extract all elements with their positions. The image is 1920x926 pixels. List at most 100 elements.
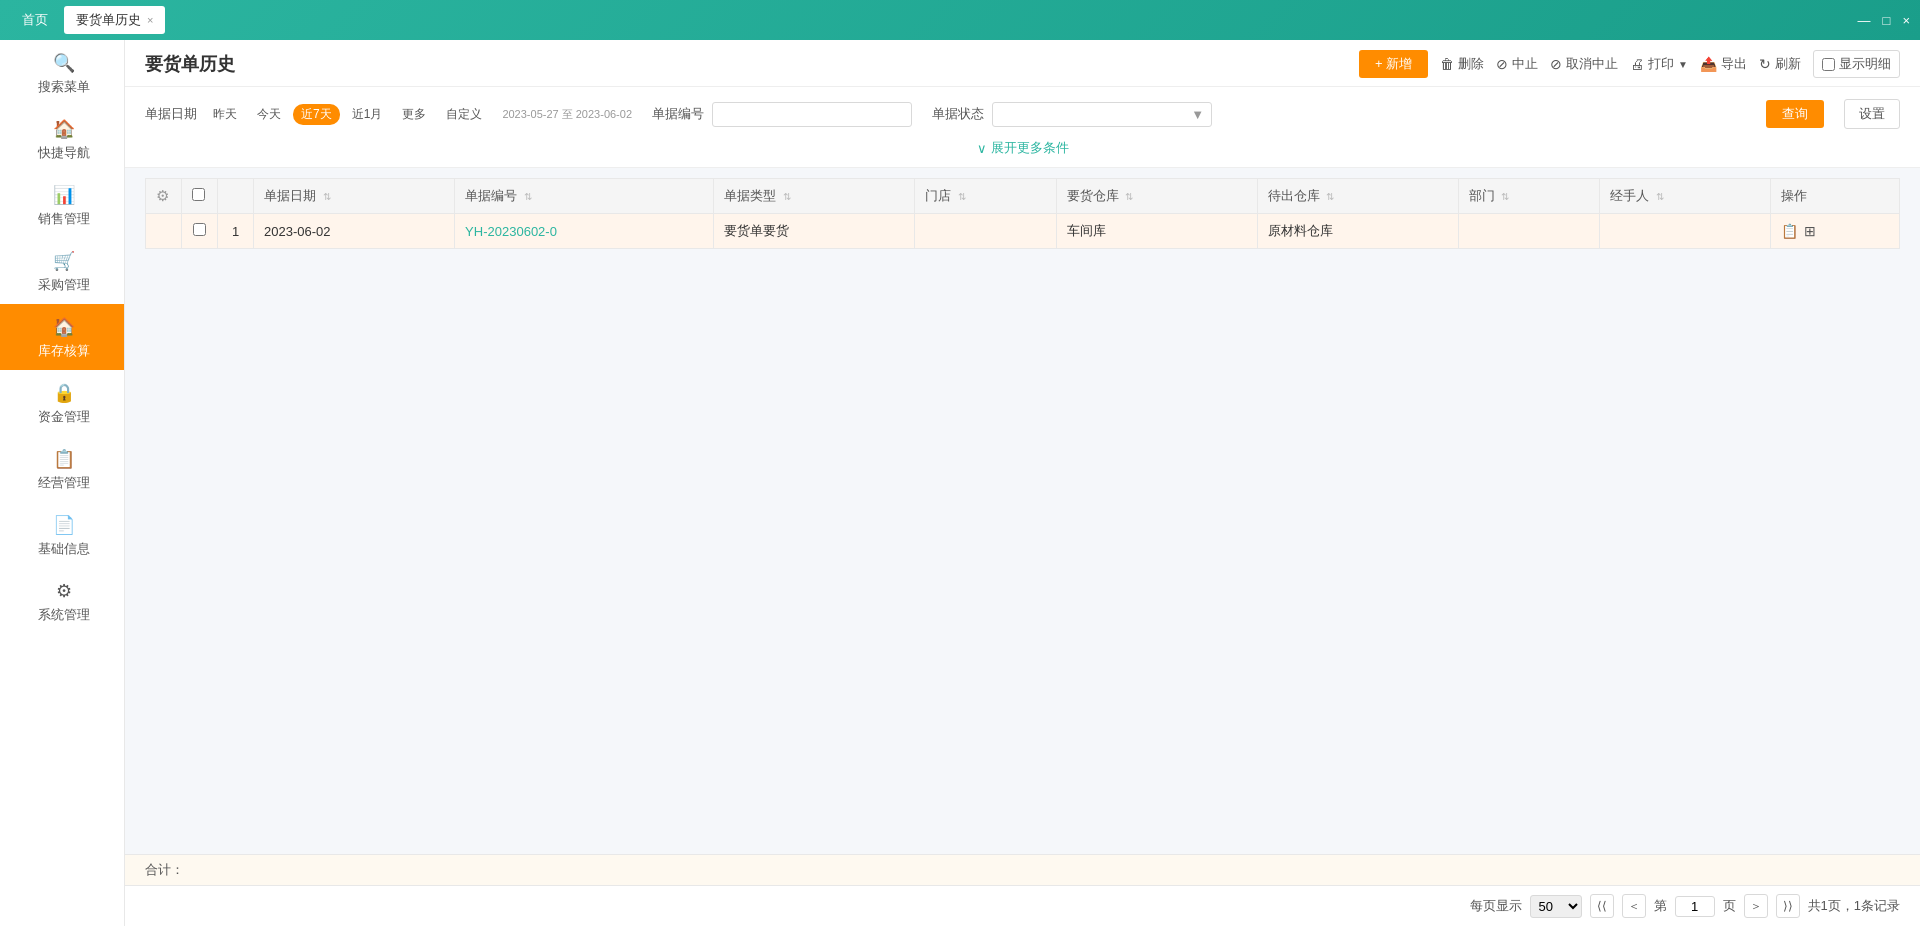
print-chevron-icon: ▼ bbox=[1678, 59, 1688, 70]
th-req-warehouse[interactable]: 要货仓库 ⇅ bbox=[1056, 179, 1257, 214]
page-label: 第 bbox=[1654, 897, 1667, 915]
close-window-icon[interactable]: × bbox=[1902, 13, 1910, 28]
date-btn-yesterday[interactable]: 昨天 bbox=[205, 104, 245, 125]
th-dept[interactable]: 部门 ⇅ bbox=[1458, 179, 1599, 214]
status-label: 单据状态 bbox=[932, 105, 984, 123]
select-all-checkbox[interactable] bbox=[192, 188, 205, 201]
date-filter-label: 单据日期 bbox=[145, 105, 197, 123]
export-button[interactable]: 📤 导出 bbox=[1700, 55, 1747, 73]
status-filter-group: 单据状态 ▼ bbox=[932, 102, 1212, 127]
td-handler bbox=[1600, 214, 1771, 249]
table-header-row: ⚙ 单据日期 ⇅ 单据编号 ⇅ bbox=[146, 179, 1900, 214]
print-button[interactable]: 🖨 打印 ▼ bbox=[1630, 55, 1688, 73]
expand-more-btn[interactable]: ∨ 展开更多条件 bbox=[977, 139, 1069, 157]
display-cell-button[interactable]: 显示明细 bbox=[1813, 50, 1900, 78]
th-type[interactable]: 单据类型 ⇅ bbox=[713, 179, 914, 214]
table-body: 1 2023-06-02 YH-20230602-0 要货单要货 车间库 原材料… bbox=[146, 214, 1900, 249]
settings-button[interactable]: 设置 bbox=[1844, 99, 1900, 129]
filter-area: 单据日期 昨天 今天 近7天 近1月 更多 自定义 2023-05-27 至 2… bbox=[125, 87, 1920, 168]
table-row: 1 2023-06-02 YH-20230602-0 要货单要货 车间库 原材料… bbox=[146, 214, 1900, 249]
stop-button[interactable]: ⊘ 中止 bbox=[1496, 55, 1538, 73]
purchase-icon: 🛒 bbox=[53, 250, 75, 272]
th-date[interactable]: 单据日期 ⇅ bbox=[254, 179, 455, 214]
column-settings-icon[interactable]: ⚙ bbox=[156, 187, 169, 204]
total-label: 共1页，1条记录 bbox=[1808, 897, 1900, 915]
refresh-icon: ↻ bbox=[1759, 56, 1771, 72]
table-footer: 合计： bbox=[125, 854, 1920, 885]
page-size-select[interactable]: 20 50 100 200 bbox=[1530, 895, 1582, 918]
new-button[interactable]: + 新增 bbox=[1359, 50, 1428, 78]
th-dept-sort-icon: ⇅ bbox=[1501, 191, 1509, 202]
first-page-btn[interactable]: ⟨⟨ bbox=[1590, 894, 1614, 918]
tab-active[interactable]: 要货单历史 × bbox=[64, 6, 165, 34]
th-pending-warehouse[interactable]: 待出仓库 ⇅ bbox=[1257, 179, 1458, 214]
sidebar-item-operations[interactable]: 📋 经营管理 bbox=[0, 436, 124, 502]
sidebar-item-basic-info-label: 基础信息 bbox=[38, 540, 90, 558]
sidebar-item-search-menu[interactable]: 🔍 搜索菜单 bbox=[0, 40, 124, 106]
th-order-no-sort-icon: ⇅ bbox=[524, 191, 532, 202]
sidebar-item-finance[interactable]: 🔒 资金管理 bbox=[0, 370, 124, 436]
expand-label: 展开更多条件 bbox=[991, 139, 1069, 157]
sidebar-item-sales[interactable]: 📊 销售管理 bbox=[0, 172, 124, 238]
th-settings: ⚙ bbox=[146, 179, 182, 214]
sidebar-item-basic-info[interactable]: 📄 基础信息 bbox=[0, 502, 124, 568]
tab-close-icon[interactable]: × bbox=[147, 14, 153, 26]
refresh-label: 刷新 bbox=[1775, 55, 1801, 73]
th-handler[interactable]: 经手人 ⇅ bbox=[1600, 179, 1771, 214]
date-btn-7days[interactable]: 近7天 bbox=[293, 104, 340, 125]
date-btn-custom[interactable]: 自定义 bbox=[438, 104, 490, 125]
expand-row: ∨ 展开更多条件 bbox=[145, 129, 1900, 159]
export-icon: 📤 bbox=[1700, 56, 1717, 72]
order-no-link[interactable]: YH-20230602-0 bbox=[465, 224, 557, 239]
sidebar-item-system-label: 系统管理 bbox=[38, 606, 90, 624]
cancel-stop-label: 取消中止 bbox=[1566, 55, 1618, 73]
finance-icon: 🔒 bbox=[53, 382, 75, 404]
sidebar-item-inventory[interactable]: 🏠 库存核算 bbox=[0, 304, 124, 370]
sidebar-item-search-menu-label: 搜索菜单 bbox=[38, 78, 90, 96]
page-size-label: 每页显示 bbox=[1470, 897, 1522, 915]
more-action-icon[interactable]: ⊞ bbox=[1804, 223, 1816, 239]
page-header: 要货单历史 + 新增 🗑 删除 ⊘ 中止 ⊘ 取消中止 🖨 打印 bbox=[125, 40, 1920, 87]
cancel-stop-button[interactable]: ⊘ 取消中止 bbox=[1550, 55, 1618, 73]
edit-icon[interactable]: 📋 bbox=[1781, 223, 1798, 239]
th-store[interactable]: 门店 ⇅ bbox=[915, 179, 1056, 214]
sidebar-item-system[interactable]: ⚙ 系统管理 bbox=[0, 568, 124, 634]
expand-chevron-icon: ∨ bbox=[977, 141, 987, 156]
operations-icon: 📋 bbox=[53, 448, 75, 470]
th-no bbox=[218, 179, 254, 214]
minimize-icon[interactable]: — bbox=[1858, 13, 1871, 28]
td-dept bbox=[1458, 214, 1599, 249]
table-container: ⚙ 单据日期 ⇅ 单据编号 ⇅ bbox=[125, 168, 1920, 854]
date-filters: 昨天 今天 近7天 近1月 更多 自定义 bbox=[205, 104, 490, 125]
page-input[interactable] bbox=[1675, 896, 1715, 917]
date-btn-more[interactable]: 更多 bbox=[394, 104, 434, 125]
action-icons: 📋 ⊞ bbox=[1781, 223, 1889, 239]
print-label: 打印 bbox=[1648, 55, 1674, 73]
order-no-input[interactable] bbox=[712, 102, 912, 127]
tab-home-label: 首页 bbox=[22, 11, 48, 29]
delete-button[interactable]: 🗑 删除 bbox=[1440, 55, 1484, 73]
sidebar-item-quick-nav[interactable]: 🏠 快捷导航 bbox=[0, 106, 124, 172]
th-req-warehouse-sort-icon: ⇅ bbox=[1125, 191, 1133, 202]
refresh-button[interactable]: ↻ 刷新 bbox=[1759, 55, 1801, 73]
maximize-icon[interactable]: □ bbox=[1883, 13, 1891, 28]
query-button[interactable]: 查询 bbox=[1766, 100, 1824, 128]
td-store bbox=[915, 214, 1056, 249]
status-select[interactable] bbox=[992, 102, 1212, 127]
tab-active-label: 要货单历史 bbox=[76, 11, 141, 29]
tab-home[interactable]: 首页 bbox=[10, 6, 60, 34]
last-page-btn[interactable]: ⟩⟩ bbox=[1776, 894, 1800, 918]
th-handler-sort-icon: ⇅ bbox=[1656, 191, 1664, 202]
row-checkbox[interactable] bbox=[193, 223, 206, 236]
th-type-label: 单据类型 bbox=[724, 188, 776, 203]
sidebar-item-purchase[interactable]: 🛒 采购管理 bbox=[0, 238, 124, 304]
th-pending-warehouse-sort-icon: ⇅ bbox=[1326, 191, 1334, 202]
date-btn-today[interactable]: 今天 bbox=[249, 104, 289, 125]
prev-page-btn[interactable]: ＜ bbox=[1622, 894, 1646, 918]
next-page-btn[interactable]: ＞ bbox=[1744, 894, 1768, 918]
display-cell-checkbox[interactable] bbox=[1822, 58, 1835, 71]
date-btn-1month[interactable]: 近1月 bbox=[344, 104, 391, 125]
th-order-no[interactable]: 单据编号 ⇅ bbox=[455, 179, 714, 214]
td-pending-warehouse: 原材料仓库 bbox=[1257, 214, 1458, 249]
td-settings bbox=[146, 214, 182, 249]
